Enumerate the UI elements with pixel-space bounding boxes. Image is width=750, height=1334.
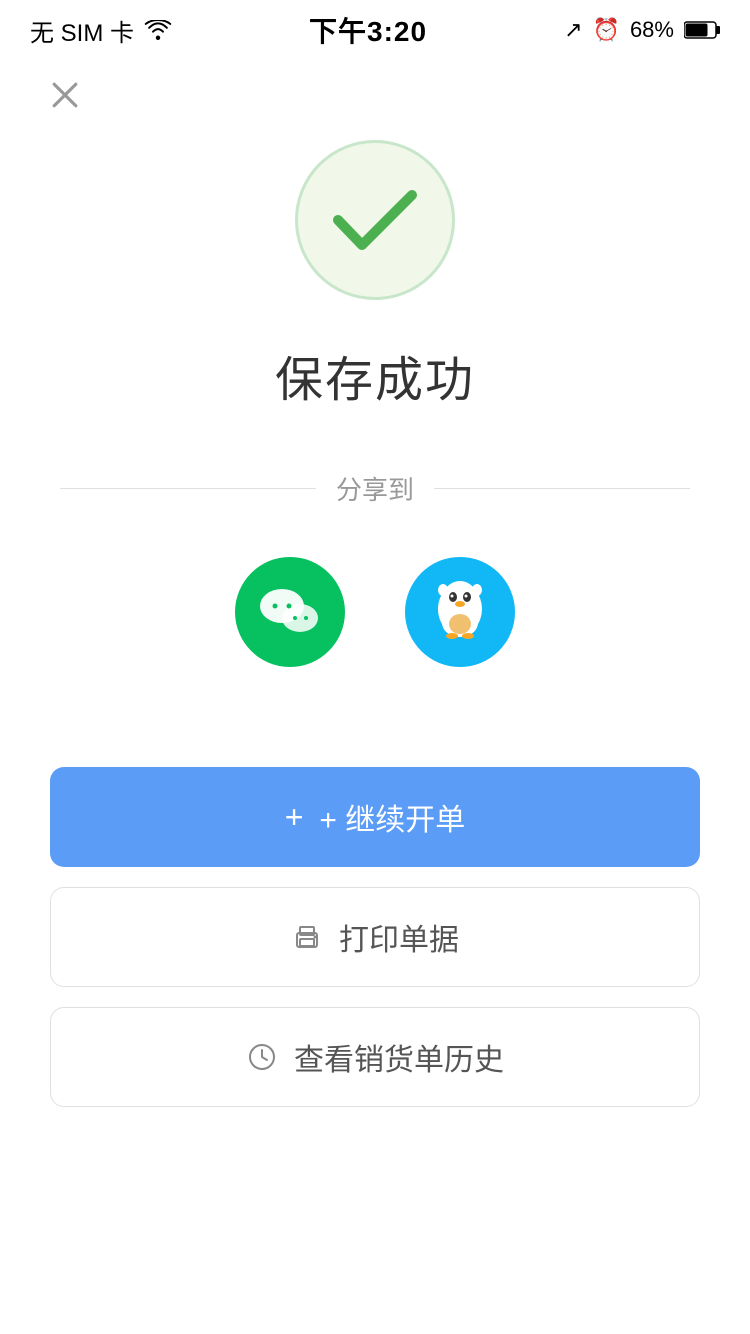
- history-button[interactable]: 查看销货单历史: [50, 1007, 700, 1107]
- print-label: 打印单据: [339, 915, 459, 959]
- status-bar: 无 SIM 卡 下午3:20 ↗ ⏰ 68%: [0, 0, 750, 60]
- qq-icon: [429, 577, 491, 647]
- printer-icon: [291, 921, 323, 953]
- print-button[interactable]: 打印单据: [50, 887, 700, 987]
- success-circle: [295, 140, 455, 300]
- wechat-share-button[interactable]: [235, 557, 345, 667]
- battery-icon: [684, 21, 720, 39]
- status-right: ↗ ⏰ 68%: [564, 17, 720, 43]
- share-section: 分享到: [0, 470, 750, 727]
- close-button[interactable]: [40, 70, 90, 120]
- qq-share-button[interactable]: [405, 557, 515, 667]
- wechat-icon: [258, 584, 322, 640]
- check-icon: [330, 185, 420, 255]
- carrier-text: 无 SIM 卡: [30, 13, 134, 48]
- status-carrier: 无 SIM 卡: [30, 13, 172, 48]
- main-content: 保存成功 分享到: [0, 60, 750, 1107]
- success-title: 保存成功: [275, 340, 475, 410]
- continue-button[interactable]: + + 继续开单: [50, 767, 700, 867]
- location-icon: ↗: [564, 17, 582, 43]
- share-icons: [60, 557, 690, 667]
- history-label: 查看销货单历史: [294, 1035, 504, 1079]
- continue-label: + 继续开单: [319, 795, 465, 839]
- plus-icon: +: [285, 799, 304, 836]
- battery-text: 68%: [630, 17, 674, 43]
- divider-left: [60, 488, 316, 489]
- share-divider: 分享到: [60, 470, 690, 507]
- alarm-icon: ⏰: [593, 17, 620, 43]
- status-time: 下午3:20: [309, 10, 427, 50]
- wifi-icon: [144, 20, 172, 40]
- action-buttons: + + 继续开单 打印单据 查看销货单历史: [0, 767, 750, 1107]
- share-label: 分享到: [336, 470, 414, 507]
- history-icon: [246, 1041, 278, 1073]
- divider-right: [434, 488, 690, 489]
